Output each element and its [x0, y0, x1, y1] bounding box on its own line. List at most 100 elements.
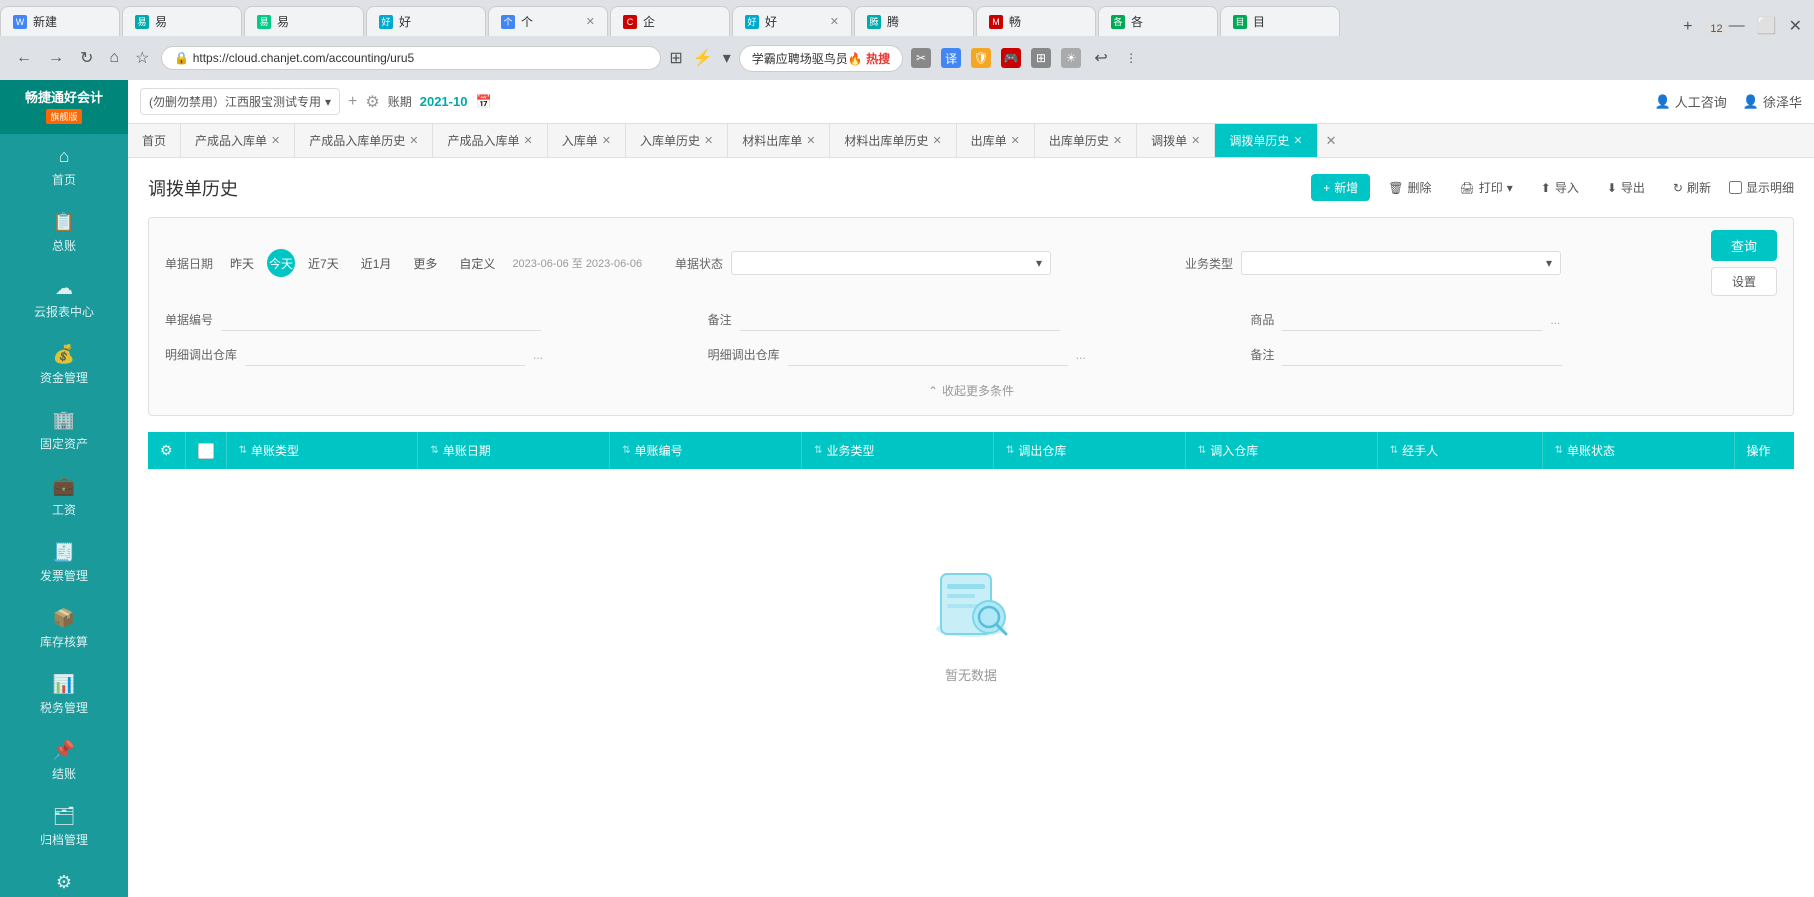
- page-tab-product-in2[interactable]: 产成品入库单✕: [433, 124, 547, 157]
- sidebar-item-capital[interactable]: 💰 资金管理: [0, 332, 128, 398]
- sort-icon-no[interactable]: ⇅: [622, 445, 630, 456]
- collapse-btn[interactable]: ⌃ 收起更多条件: [165, 378, 1777, 403]
- browser-tab-10[interactable]: 目目: [1220, 6, 1340, 36]
- print-btn[interactable]: 🖨 打印 ▾: [1449, 174, 1522, 201]
- search-box[interactable]: 学霸应聘场驱鸟员 🔥 热搜: [739, 45, 903, 72]
- date-btn-4[interactable]: 更多: [404, 251, 446, 276]
- page-tab-product-in[interactable]: 产成品入库单✕: [181, 124, 295, 157]
- date-btn-1[interactable]: 今天: [267, 249, 295, 277]
- browser-tab-9[interactable]: 各各: [1098, 6, 1218, 36]
- company-selector[interactable]: (勿删勿禁用）江西服宝测试专用 ▾: [140, 88, 340, 115]
- close-icon[interactable]: ✕: [1789, 16, 1802, 36]
- browser-tab-close-4[interactable]: ✕: [586, 15, 595, 28]
- browser-tab-2[interactable]: 易易: [244, 6, 364, 36]
- page-tab-close-transfer[interactable]: ✕: [1191, 134, 1200, 147]
- sort-icon-status[interactable]: ⇅: [1555, 445, 1563, 456]
- sidebar-item-home[interactable]: ⌂ 首页: [0, 134, 128, 200]
- export-btn[interactable]: ⬇ 导出: [1597, 174, 1655, 201]
- user-avatar[interactable]: 👤 徐泽华: [1743, 92, 1802, 111]
- display-toggle[interactable]: 显示明细: [1729, 179, 1794, 196]
- page-tab-in-history[interactable]: 入库单历史✕: [626, 124, 728, 157]
- forward-button[interactable]: →: [44, 45, 68, 71]
- refresh-btn[interactable]: ↻ 刷新: [1663, 174, 1721, 201]
- detail-in-input[interactable]: [788, 343, 1068, 366]
- table-settings-header[interactable]: ⚙: [148, 432, 185, 469]
- page-tab-out-order[interactable]: 出库单✕: [957, 124, 1035, 157]
- page-tab-home[interactable]: 首页: [128, 124, 181, 157]
- page-tab-close-material-out[interactable]: ✕: [806, 134, 815, 147]
- delete-btn[interactable]: 🗑 删除: [1378, 174, 1441, 201]
- date-btn-3[interactable]: 近1月: [352, 251, 401, 276]
- sidebar-logo[interactable]: 畅捷通好会计 旗舰版: [0, 80, 128, 134]
- sidebar-item-closing[interactable]: 📌 结账: [0, 728, 128, 794]
- page-tab-in-order[interactable]: 入库单✕: [548, 124, 626, 157]
- page-tab-material-out[interactable]: 材料出库单✕: [728, 124, 830, 157]
- shield-icon[interactable]: 🛡: [971, 48, 991, 68]
- browser-tab-7[interactable]: 腾腾: [854, 6, 974, 36]
- date-btn-5[interactable]: 自定义: [450, 251, 504, 276]
- page-tab-material-out-history[interactable]: 材料出库单历史✕: [830, 124, 956, 157]
- sort-icon-date[interactable]: ⇅: [430, 445, 438, 456]
- grid-icon[interactable]: ⊞: [1031, 48, 1051, 68]
- sidebar-item-salary[interactable]: 💼 工资: [0, 464, 128, 530]
- date-btn-0[interactable]: 昨天: [221, 251, 263, 276]
- business-type-select[interactable]: ▾: [1241, 251, 1561, 275]
- browser-tab-close-6[interactable]: ✕: [830, 15, 839, 28]
- remarks2-input[interactable]: [1282, 343, 1562, 366]
- browser-tab-4[interactable]: 个个✕: [488, 6, 608, 36]
- order-no-input[interactable]: [221, 308, 541, 331]
- status-select[interactable]: ▾: [731, 251, 1051, 275]
- sidebar-item-report[interactable]: ☁ 云报表中心: [0, 266, 128, 332]
- sort-icon-type[interactable]: ⇅: [239, 445, 247, 456]
- global-close-btn[interactable]: ✕: [1318, 125, 1345, 157]
- sun-icon[interactable]: ☀: [1061, 48, 1081, 68]
- extensions-icon[interactable]: ⊞: [669, 48, 682, 68]
- display-checkbox[interactable]: [1729, 181, 1742, 194]
- address-input[interactable]: 🔒 https://cloud.chanjet.com/accounting/u…: [161, 46, 661, 70]
- game-icon[interactable]: 🎮: [1001, 48, 1021, 68]
- sidebar-item-archive[interactable]: 🗂 归档管理: [0, 794, 128, 860]
- query-btn[interactable]: 查询: [1711, 230, 1777, 261]
- lightning-icon[interactable]: ⚡: [693, 48, 713, 68]
- browser-tab-5[interactable]: C企: [610, 6, 730, 36]
- page-tab-close-transfer-history[interactable]: ✕: [1293, 134, 1302, 147]
- browser-tab-3[interactable]: 好好: [366, 6, 486, 36]
- detail-out-ellipsis[interactable]: ...: [533, 348, 543, 362]
- scissors-icon[interactable]: ✂: [911, 48, 931, 68]
- sort-icon-out[interactable]: ⇅: [1006, 445, 1014, 456]
- calendar-icon[interactable]: 📅: [475, 94, 491, 110]
- browser-tab-1[interactable]: 易易: [122, 6, 242, 36]
- page-tab-close-product-in-history[interactable]: ✕: [409, 134, 418, 147]
- sort-icon-business[interactable]: ⇅: [814, 445, 822, 456]
- remarks-input[interactable]: [740, 308, 1060, 331]
- dropdown-icon[interactable]: ▾: [723, 48, 731, 68]
- sidebar-item-inventory[interactable]: 📦 库存核算: [0, 596, 128, 662]
- table-gear-icon[interactable]: ⚙: [160, 442, 173, 458]
- page-tab-transfer-history[interactable]: 调拨单历史✕: [1215, 124, 1317, 157]
- header-settings-icon[interactable]: ⚙: [365, 92, 379, 112]
- period-value[interactable]: 2021-10: [420, 94, 468, 109]
- page-tab-close-in-order[interactable]: ✕: [602, 134, 611, 147]
- sidebar-item-tax[interactable]: 📊 税务管理: [0, 662, 128, 728]
- page-tab-close-out-order[interactable]: ✕: [1011, 134, 1020, 147]
- undo-icon[interactable]: ↩: [1091, 48, 1111, 68]
- goods-input[interactable]: [1282, 308, 1542, 331]
- page-tab-close-product-in[interactable]: ✕: [271, 134, 280, 147]
- new-tab-button[interactable]: +: [1675, 18, 1700, 36]
- translate-icon[interactable]: 译: [941, 48, 961, 68]
- menu-icon[interactable]: ⋮: [1121, 48, 1141, 68]
- import-btn[interactable]: ⬆ 导入: [1531, 174, 1589, 201]
- page-tab-close-product-in2[interactable]: ✕: [524, 134, 533, 147]
- sort-icon-in[interactable]: ⇅: [1198, 445, 1206, 456]
- new-btn[interactable]: + 新增: [1311, 174, 1370, 201]
- sidebar-item-ledger[interactable]: 📋 总账: [0, 200, 128, 266]
- back-button[interactable]: ←: [12, 45, 36, 71]
- browser-tab-0[interactable]: W新建: [0, 6, 120, 36]
- maximize-icon[interactable]: ⬜: [1757, 16, 1777, 36]
- browser-tab-8[interactable]: M畅: [976, 6, 1096, 36]
- sidebar-item-settings[interactable]: ⚙ 基础设置: [0, 860, 128, 897]
- sidebar-item-fixed-assets[interactable]: 🏢 固定资产: [0, 398, 128, 464]
- minimize-icon[interactable]: —: [1729, 17, 1745, 35]
- sidebar-item-invoice[interactable]: 🧾 发票管理: [0, 530, 128, 596]
- date-btn-2[interactable]: 近7天: [299, 251, 348, 276]
